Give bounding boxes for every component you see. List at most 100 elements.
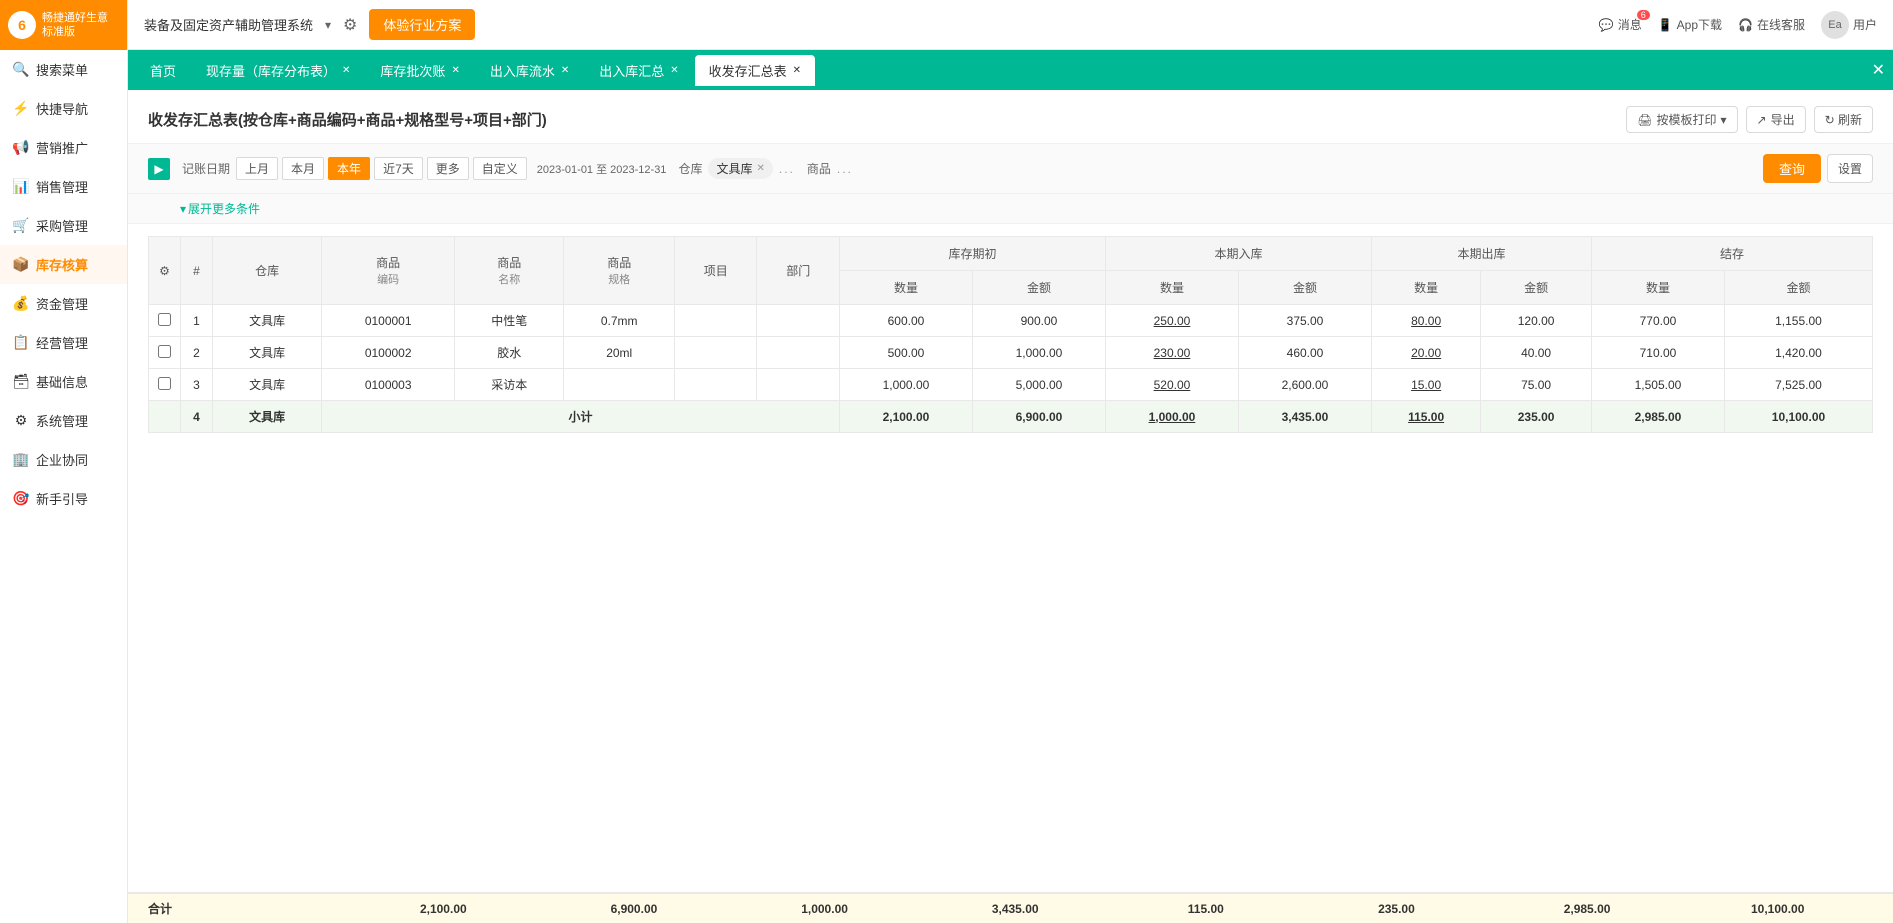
row-out-qty[interactable]: 15.00 xyxy=(1372,369,1481,401)
date-btn-更多[interactable]: 更多 xyxy=(427,157,469,180)
sidebar-item-quick-nav[interactable]: ⚡ 快捷导航 xyxy=(0,89,127,128)
export-btn[interactable]: ↗ 导出 xyxy=(1746,106,1806,133)
chevron-down-icon: ▾ xyxy=(1720,113,1726,127)
sidebar-label-purchase: 采购管理 xyxy=(36,216,88,235)
sidebar-item-enterprise[interactable]: 🏢企业协同 xyxy=(0,440,127,479)
sidebar-icon-quick-nav: ⚡ xyxy=(12,100,30,117)
sidebar-icon-marketing: 📢 xyxy=(12,139,30,156)
col-project-header: 项目 xyxy=(675,237,757,305)
col-goods-name-header: 商品名称 xyxy=(455,237,564,305)
row-out-qty[interactable]: 80.00 xyxy=(1372,305,1481,337)
topbar-right: 💬 消息 6 📱 App下载 🎧 在线客服 Ea 用户 xyxy=(1599,11,1877,39)
date-btn-自定义[interactable]: 自定义 xyxy=(473,157,527,180)
sidebar-item-marketing[interactable]: 📢营销推广 xyxy=(0,128,127,167)
sidebar-item-operation[interactable]: 📋经营管理 xyxy=(0,323,127,362)
row-out-qty[interactable]: 20.00 xyxy=(1372,337,1481,369)
experience-btn[interactable]: 体验行业方案 xyxy=(369,9,475,40)
topbar-gear-icon[interactable]: ⚙ xyxy=(343,15,357,35)
date-btn-本年[interactable]: 本年 xyxy=(328,157,370,180)
row-in-qty[interactable]: 230.00 xyxy=(1105,337,1238,369)
refresh-btn[interactable]: ↻ 刷新 xyxy=(1814,106,1873,133)
tab-close-batch-account[interactable]: ✕ xyxy=(451,65,459,76)
subtotal-bal-amt: 10,100.00 xyxy=(1724,401,1872,433)
tab-close-inout-flow[interactable]: ✕ xyxy=(561,65,569,76)
subtotal-warehouse: 文具库 xyxy=(213,401,322,433)
warehouse-tag-close[interactable]: ✕ xyxy=(756,163,764,174)
row-in-amt: 2,600.00 xyxy=(1238,369,1371,401)
tab-inventory-dist[interactable]: 现存量（库存分布表）✕ xyxy=(192,55,364,86)
date-btn-本月[interactable]: 本月 xyxy=(282,157,324,180)
sidebar-item-purchase[interactable]: 🛒采购管理 xyxy=(0,206,127,245)
date-btn-上月[interactable]: 上月 xyxy=(236,157,278,180)
date-btn-近7天[interactable]: 近7天 xyxy=(374,157,423,180)
sidebar-icon-enterprise: 🏢 xyxy=(12,451,30,468)
subtotal-in-amt: 3,435.00 xyxy=(1238,401,1371,433)
subtotal-in-qty[interactable]: 1,000.00 xyxy=(1105,401,1238,433)
messages-btn[interactable]: 💬 消息 6 xyxy=(1599,16,1642,33)
tab-close-inventory-dist[interactable]: ✕ xyxy=(342,65,350,76)
row-in-qty[interactable]: 250.00 xyxy=(1105,305,1238,337)
warehouse-filter-group: 仓库 文具库 ✕ ... xyxy=(678,158,794,179)
close-all-tabs-btn[interactable]: ✕ xyxy=(1872,60,1885,80)
sidebar-item-basic[interactable]: 🗃基础信息 xyxy=(0,362,127,401)
tab-recv-send-summary[interactable]: 收发存汇总表✕ xyxy=(695,55,815,86)
sidebar-item-newbie[interactable]: 🎯新手引导 xyxy=(0,479,127,518)
col-bal-amt-header: 金额 xyxy=(1724,271,1872,305)
row-goods-spec: 20ml xyxy=(564,337,675,369)
tab-batch-account[interactable]: 库存批次账✕ xyxy=(366,55,473,86)
sidebar-item-inventory[interactable]: 📦库存核算 xyxy=(0,245,127,284)
tab-home[interactable]: 首页 xyxy=(136,55,190,86)
phone-icon: 📱 xyxy=(1658,18,1673,32)
expand-more-btn[interactable]: ▾ 展开更多条件 xyxy=(180,200,1873,217)
query-btn[interactable]: 查询 xyxy=(1763,154,1821,183)
tab-close-inout-summary[interactable]: ✕ xyxy=(670,65,678,76)
page-content: 收发存汇总表(按仓库+商品编码+商品+规格型号+项目+部门) 🖨 按模板打印 ▾… xyxy=(128,90,1893,892)
col-dept-header: 部门 xyxy=(757,237,839,305)
row-bal-amt: 1,155.00 xyxy=(1724,305,1872,337)
sidebar-item-search[interactable]: 🔍搜索菜单 xyxy=(0,50,127,89)
col-bal-qty-header: 数量 xyxy=(1591,271,1724,305)
sidebar-item-system[interactable]: ⚙系统管理 xyxy=(0,401,127,440)
tab-close-recv-send-summary[interactable]: ✕ xyxy=(793,65,801,76)
row-bal-amt: 7,525.00 xyxy=(1724,369,1872,401)
subtotal-out-qty[interactable]: 115.00 xyxy=(1372,401,1481,433)
row-warehouse: 文具库 xyxy=(213,305,322,337)
total-in-qty: 1,000.00 xyxy=(729,902,920,916)
app-download-btn[interactable]: 📱 App下载 xyxy=(1658,16,1722,33)
col-settings-header[interactable]: ⚙ xyxy=(149,237,181,305)
row-in-amt: 460.00 xyxy=(1238,337,1371,369)
tab-inout-summary[interactable]: 出入库汇总✕ xyxy=(585,55,692,86)
sidebar-item-finance[interactable]: 💰资金管理 xyxy=(0,284,127,323)
row-no: 2 xyxy=(181,337,213,369)
tab-label-home: 首页 xyxy=(150,61,176,80)
row-project xyxy=(675,369,757,401)
filter-toggle-btn[interactable]: ▶ xyxy=(148,158,170,180)
warehouse-tag[interactable]: 文具库 ✕ xyxy=(708,158,772,179)
sidebar-label-quick-nav: 快捷导航 xyxy=(36,99,88,118)
row-open-amt: 900.00 xyxy=(972,305,1105,337)
set-btn[interactable]: 设置 xyxy=(1827,154,1873,183)
col-balance-header: 结存 xyxy=(1591,237,1872,271)
date-buttons: 上月本月本年近7天更多自定义 xyxy=(236,157,527,180)
date-range-display: 2023-01-01 至 2023-12-31 xyxy=(537,161,667,177)
sidebar-icon-inventory: 📦 xyxy=(12,256,30,273)
row-check[interactable] xyxy=(149,369,181,401)
sidebar-label-system: 系统管理 xyxy=(36,411,88,430)
row-in-qty[interactable]: 520.00 xyxy=(1105,369,1238,401)
total-open-amt: 6,900.00 xyxy=(539,902,730,916)
sidebar-item-sales[interactable]: 📊销售管理 xyxy=(0,167,127,206)
online-service-btn[interactable]: 🎧 在线客服 xyxy=(1738,16,1805,33)
refresh-icon: ↻ xyxy=(1825,113,1835,127)
user-menu[interactable]: Ea 用户 xyxy=(1821,11,1877,39)
sidebar-label-newbie: 新手引导 xyxy=(36,489,88,508)
goods-more-btn[interactable]: ... xyxy=(837,162,853,176)
print-btn[interactable]: 🖨 按模板打印 ▾ xyxy=(1626,106,1737,133)
footer-values: 2,100.00 6,900.00 1,000.00 3,435.00 115.… xyxy=(348,902,1873,916)
sidebar-icon-finance: 💰 xyxy=(12,295,30,312)
sidebar-icon-sales: 📊 xyxy=(12,178,30,195)
warehouse-more-btn[interactable]: ... xyxy=(779,162,795,176)
row-check[interactable] xyxy=(149,305,181,337)
row-check[interactable] xyxy=(149,337,181,369)
tab-inout-flow[interactable]: 出入库流水✕ xyxy=(476,55,583,86)
topbar-dropdown-icon[interactable]: ▾ xyxy=(325,18,331,32)
